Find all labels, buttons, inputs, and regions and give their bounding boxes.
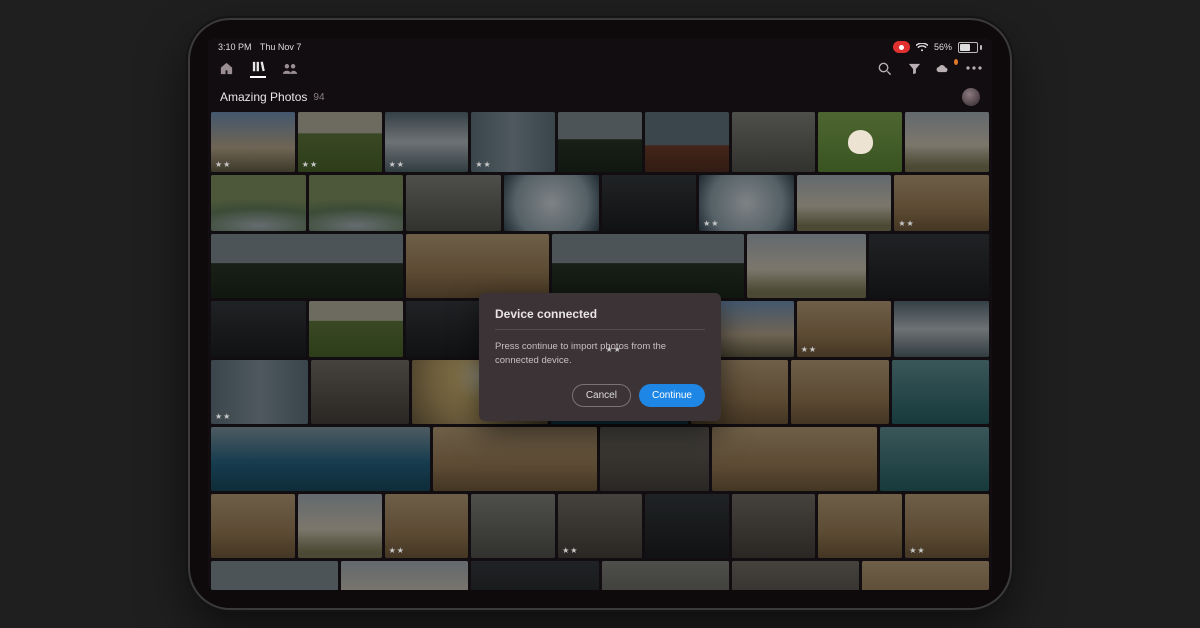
search-icon[interactable]	[876, 60, 892, 76]
app-screen: 3:10 PM Thu Nov 7 56%	[208, 38, 992, 590]
nav-bar	[208, 54, 992, 84]
album-header: Amazing Photos 94	[208, 84, 992, 112]
dialog-title: Device connected	[495, 307, 705, 330]
dialog-body: Press continue to import photos from the…	[495, 340, 705, 368]
cloud-sync-icon[interactable]	[936, 60, 952, 76]
device-connected-dialog: Device connected Press continue to impor…	[479, 293, 721, 421]
album-title: Amazing Photos	[220, 90, 307, 104]
battery-pct: 56%	[934, 42, 952, 52]
cancel-button[interactable]: Cancel	[572, 384, 631, 407]
continue-button[interactable]: Continue	[639, 384, 705, 407]
photo-grid[interactable]: ★★ ★★ ★★ ★★	[208, 112, 992, 590]
status-time: 3:10 PM	[218, 42, 252, 52]
status-date: Thu Nov 7	[260, 42, 302, 52]
ipad-frame: 3:10 PM Thu Nov 7 56%	[190, 20, 1010, 608]
library-tab-icon[interactable]	[250, 58, 266, 78]
filter-icon[interactable]	[906, 60, 922, 76]
status-bar: 3:10 PM Thu Nov 7 56%	[208, 38, 992, 54]
album-count: 94	[313, 92, 324, 103]
home-tab-icon[interactable]	[218, 60, 234, 76]
screen-recording-pill[interactable]	[893, 41, 910, 53]
shared-tab-icon[interactable]	[282, 60, 298, 76]
more-icon[interactable]	[966, 60, 982, 76]
avatar[interactable]	[962, 88, 980, 106]
battery-icon	[958, 42, 982, 53]
modal-backdrop: Device connected Press continue to impor…	[208, 112, 992, 590]
wifi-icon	[916, 43, 928, 52]
